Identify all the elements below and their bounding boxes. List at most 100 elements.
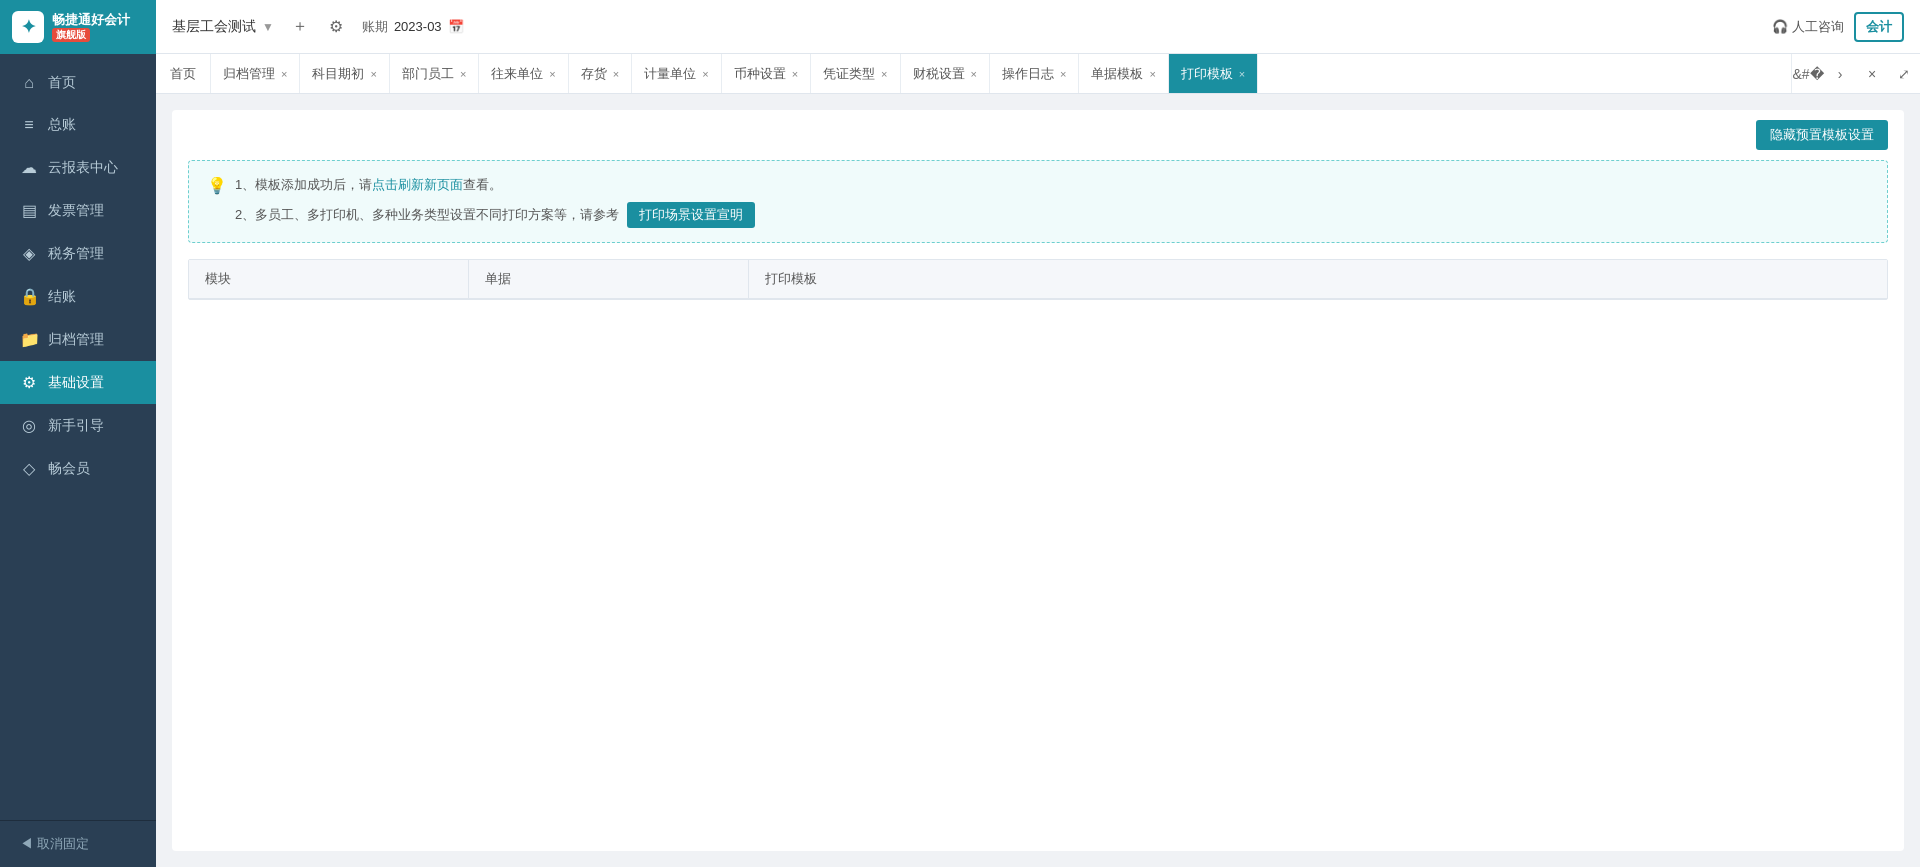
tab-measure[interactable]: 计量单位 × xyxy=(632,54,721,93)
hide-preview-button[interactable]: 隐藏预置模板设置 xyxy=(1756,120,1888,150)
tab-subjects[interactable]: 科目期初 × xyxy=(300,54,389,93)
tab-print-template-label: 打印模板 xyxy=(1181,65,1233,83)
topbar: 基层工会测试 ▼ ＋ ⚙ 账期 2023-03 📅 🎧 人工咨询 会计 xyxy=(156,0,1920,54)
company-name: 基层工会测试 xyxy=(172,18,256,36)
tab-currency-label: 币种设置 xyxy=(734,65,786,83)
sidebar-item-label: 税务管理 xyxy=(48,245,104,263)
tabs-bar: 首页 归档管理 × 科目期初 × 部门员工 × 往来单位 × 存货 × 计量单位… xyxy=(156,54,1920,94)
tab-subjects-label: 科目期初 xyxy=(312,65,364,83)
main: 基层工会测试 ▼ ＋ ⚙ 账期 2023-03 📅 🎧 人工咨询 会计 首页 xyxy=(156,0,1920,867)
settings-icon: ⚙ xyxy=(20,373,38,392)
tab-operation-log[interactable]: 操作日志 × xyxy=(990,54,1079,93)
data-table: 模块 单据 打印模板 xyxy=(188,259,1888,300)
tab-tax-settings[interactable]: 财税设置 × xyxy=(901,54,990,93)
info-line1-after: 查看。 xyxy=(463,177,502,192)
tab-close-icon[interactable]: × xyxy=(971,68,977,80)
tab-departments-label: 部门员工 xyxy=(402,65,454,83)
info-line1-before: 1、模板添加成功后，请 xyxy=(235,177,372,192)
tab-inventory[interactable]: 存货 × xyxy=(569,54,632,93)
info-row-2: 💡 2、多员工、多打印机、多种业务类型设置不同打印方案等，请参考 打印场景设置宣… xyxy=(207,202,1869,228)
period-value: 2023-03 xyxy=(394,19,442,34)
sidebar-item-basic[interactable]: ⚙ 基础设置 xyxy=(0,361,156,404)
logo-icon: ✦ xyxy=(12,11,44,43)
sidebar-logo: ✦ 畅捷通好会计 旗舰版 xyxy=(0,0,156,54)
calendar-icon[interactable]: 📅 xyxy=(448,19,464,34)
tabs-expand-button[interactable]: ⤢ xyxy=(1888,54,1920,94)
tab-voucher-type-label: 凭证类型 xyxy=(823,65,875,83)
sidebar-item-label: 发票管理 xyxy=(48,202,104,220)
tab-home-label: 首页 xyxy=(170,65,196,83)
sidebar-item-member[interactable]: ◇ 畅会员 xyxy=(0,447,156,490)
tabs-next-button[interactable]: › xyxy=(1824,54,1856,94)
tab-inventory-label: 存货 xyxy=(581,65,607,83)
th-bill: 单据 xyxy=(469,260,749,298)
tab-close-icon[interactable]: × xyxy=(460,68,466,80)
topbar-right: 🎧 人工咨询 会计 xyxy=(1772,12,1904,42)
tab-print-template[interactable]: 打印模板 × xyxy=(1169,54,1258,93)
sidebar-item-guide[interactable]: ◎ 新手引导 xyxy=(0,404,156,447)
tab-print-template-close-icon[interactable]: × xyxy=(1239,68,1245,80)
cloud-icon: ☁ xyxy=(20,158,38,177)
tab-currency[interactable]: 币种设置 × xyxy=(722,54,811,93)
refresh-link[interactable]: 点击刷新新页面 xyxy=(372,177,463,192)
period-display: 账期 2023-03 📅 xyxy=(362,18,464,36)
tab-close-icon[interactable]: × xyxy=(370,68,376,80)
tab-close-icon[interactable]: × xyxy=(613,68,619,80)
sidebar: ✦ 畅捷通好会计 旗舰版 ⌂ 首页 ≡ 总账 ☁ 云报表中心 ▤ 发票管理 ◈ … xyxy=(0,0,156,867)
tab-close-icon[interactable]: × xyxy=(549,68,555,80)
tab-operation-log-label: 操作日志 xyxy=(1002,65,1054,83)
ledger-icon: ≡ xyxy=(20,116,38,134)
member-icon: ◇ xyxy=(20,459,38,478)
tab-close-icon[interactable]: × xyxy=(702,68,708,80)
kuaiji-button[interactable]: 会计 xyxy=(1854,12,1904,42)
sidebar-item-label: 结账 xyxy=(48,288,76,306)
company-selector[interactable]: 基层工会测试 ▼ xyxy=(172,18,274,36)
sidebar-footer[interactable]: ◀ 取消固定 xyxy=(0,820,156,867)
sidebar-item-invoice[interactable]: ▤ 发票管理 xyxy=(0,189,156,232)
tab-bill-template[interactable]: 单据模板 × xyxy=(1079,54,1168,93)
sidebar-item-home[interactable]: ⌂ 首页 xyxy=(0,62,156,104)
info-box: 💡 1、模板添加成功后，请点击刷新新页面查看。 💡 2、多员工、多打印机、多种业… xyxy=(188,160,1888,243)
sidebar-item-cloud-report[interactable]: ☁ 云报表中心 xyxy=(0,146,156,189)
invoice-icon: ▤ xyxy=(20,201,38,220)
add-button[interactable]: ＋ xyxy=(286,13,314,41)
sidebar-item-label: 云报表中心 xyxy=(48,159,118,177)
tab-departments[interactable]: 部门员工 × xyxy=(390,54,479,93)
tab-voucher-type[interactable]: 凭证类型 × xyxy=(811,54,900,93)
sidebar-item-tax[interactable]: ◈ 税务管理 xyxy=(0,232,156,275)
tab-close-icon[interactable]: × xyxy=(281,68,287,80)
topbar-actions: ＋ ⚙ xyxy=(286,13,350,41)
sidebar-nav: ⌂ 首页 ≡ 总账 ☁ 云报表中心 ▤ 发票管理 ◈ 税务管理 🔒 结账 📁 归… xyxy=(0,54,156,820)
tabs-prev-button[interactable]: &#� xyxy=(1792,54,1824,94)
sidebar-item-settle[interactable]: 🔒 结账 xyxy=(0,275,156,318)
info-text-2: 2、多员工、多打印机、多种业务类型设置不同打印方案等，请参考 打印场景设置宣明 xyxy=(235,202,755,228)
sidebar-item-label: 首页 xyxy=(48,74,76,92)
sidebar-item-label: 基础设置 xyxy=(48,374,104,392)
tabs-close-all-button[interactable]: × xyxy=(1856,54,1888,94)
tabs-end-buttons: &#� › × ⤢ xyxy=(1791,54,1920,93)
info-text-1: 1、模板添加成功后，请点击刷新新页面查看。 xyxy=(235,175,502,196)
tab-close-icon[interactable]: × xyxy=(1149,68,1155,80)
th-module: 模块 xyxy=(189,260,469,298)
tab-tax-settings-label: 财税设置 xyxy=(913,65,965,83)
tab-close-icon[interactable]: × xyxy=(792,68,798,80)
tab-archive-mgmt[interactable]: 归档管理 × xyxy=(211,54,300,93)
tax-icon: ◈ xyxy=(20,244,38,263)
sidebar-item-label: 新手引导 xyxy=(48,417,104,435)
print-scene-button[interactable]: 打印场景设置宣明 xyxy=(627,202,755,228)
tab-counterparty[interactable]: 往来单位 × xyxy=(479,54,568,93)
service-button[interactable]: 🎧 人工咨询 xyxy=(1772,18,1844,36)
sidebar-item-label: 总账 xyxy=(48,116,76,134)
guide-icon: ◎ xyxy=(20,416,38,435)
tab-home[interactable]: 首页 xyxy=(156,54,211,93)
sidebar-item-ledger[interactable]: ≡ 总账 xyxy=(0,104,156,146)
home-icon: ⌂ xyxy=(20,74,38,92)
info-row-1: 💡 1、模板添加成功后，请点击刷新新页面查看。 xyxy=(207,175,1869,196)
settings-button[interactable]: ⚙ xyxy=(322,13,350,41)
unpin-label: ◀ 取消固定 xyxy=(20,835,89,853)
content-topbar: 隐藏预置模板设置 xyxy=(172,110,1904,160)
tab-close-icon[interactable]: × xyxy=(881,68,887,80)
info-line2-text: 2、多员工、多打印机、多种业务类型设置不同打印方案等，请参考 xyxy=(235,207,619,222)
tab-close-icon[interactable]: × xyxy=(1060,68,1066,80)
sidebar-item-archive[interactable]: 📁 归档管理 xyxy=(0,318,156,361)
